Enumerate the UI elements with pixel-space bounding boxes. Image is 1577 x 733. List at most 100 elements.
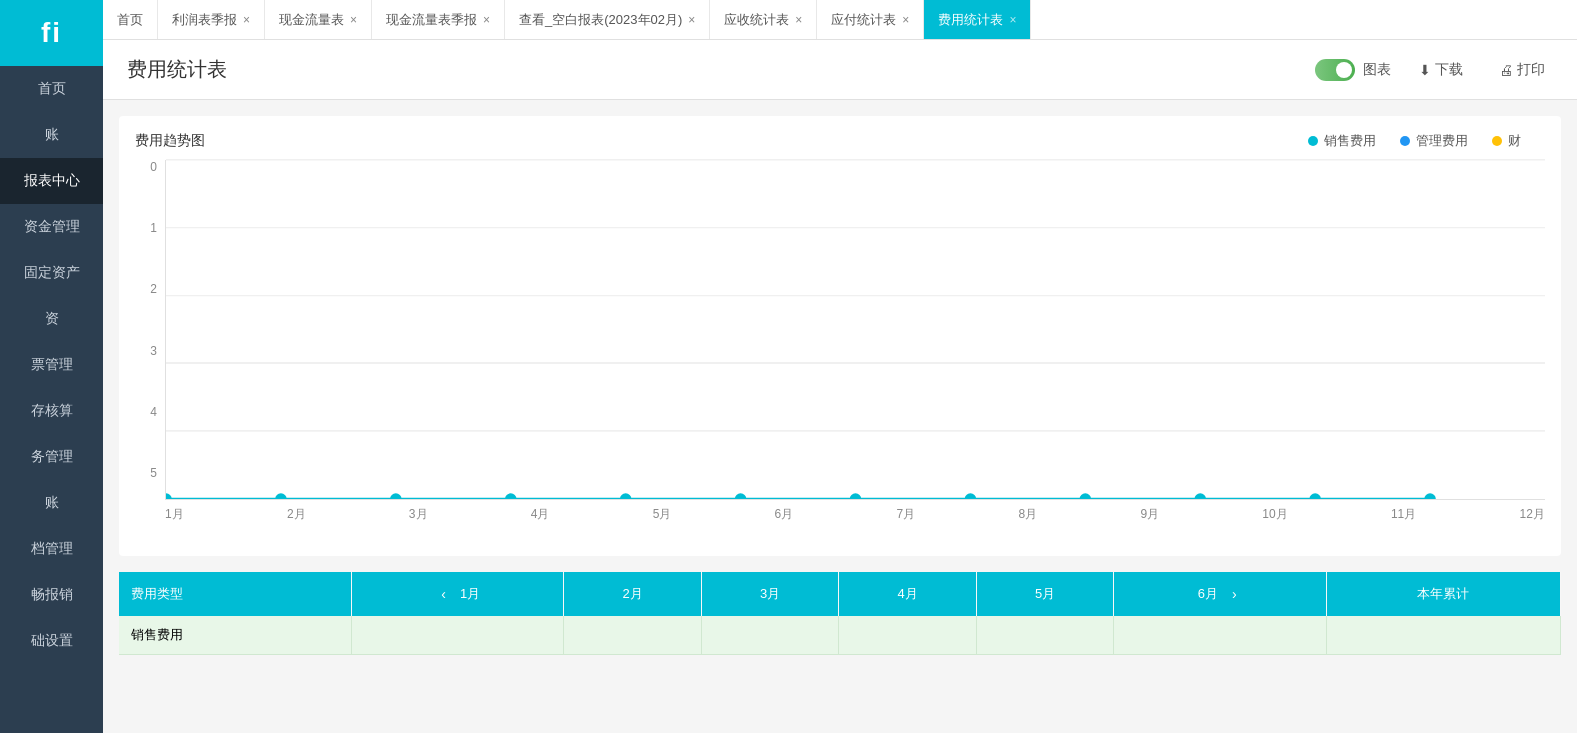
chart-section: 费用趋势图 销售费用 管理费用 财 5 — [119, 116, 1561, 556]
th-month2: 2月 — [564, 572, 701, 616]
th-ytd: 本年累计 — [1326, 572, 1560, 616]
tab-close-blank-report[interactable]: × — [688, 13, 695, 27]
svg-point-5 — [166, 493, 172, 499]
sidebar-item-reports[interactable]: 报表中心 — [0, 158, 103, 204]
x-label-5: 5月 — [653, 506, 672, 523]
cell-ytd — [1326, 616, 1560, 655]
cell-m5 — [976, 616, 1113, 655]
tab-close-payable[interactable]: × — [902, 13, 909, 27]
tab-cashflow-quarterly[interactable]: 现金流量表季报 × — [372, 0, 505, 39]
next-arrow[interactable]: › — [1226, 586, 1243, 602]
legend-dot-sales — [1308, 136, 1318, 146]
legend-label-sales: 销售费用 — [1324, 132, 1376, 150]
sidebar: fi 首页 账 报表中心 资金管理 固定资产 资 票管理 存核算 务管理 账 档… — [0, 0, 103, 733]
chart-container: 5 4 3 2 1 0 — [135, 160, 1545, 540]
x-label-2: 2月 — [287, 506, 306, 523]
chart-toggle[interactable] — [1315, 59, 1355, 81]
sidebar-item-cash[interactable]: 资金管理 — [0, 204, 103, 250]
svg-point-13 — [1080, 493, 1091, 499]
x-axis: 1月 2月 3月 4月 5月 6月 7月 8月 9月 10月 11月 12月 — [135, 500, 1545, 523]
table-row-sales: 销售费用 — [119, 616, 1561, 655]
cell-type: 销售费用 — [119, 616, 352, 655]
legend-sales: 销售费用 — [1308, 132, 1376, 150]
main-area: 首页 利润表季报 × 现金流量表 × 现金流量表季报 × 查看_空白报表(202… — [103, 0, 1577, 733]
x-label-10: 10月 — [1262, 506, 1287, 523]
tab-close-cashflow[interactable]: × — [350, 13, 357, 27]
svg-point-9 — [620, 493, 631, 499]
svg-point-15 — [1309, 493, 1320, 499]
svg-point-10 — [735, 493, 746, 499]
chart-inner: 5 4 3 2 1 0 — [135, 160, 1545, 500]
sidebar-item-ledger[interactable]: 账 — [0, 480, 103, 526]
sidebar-item-service[interactable]: 务管理 — [0, 434, 103, 480]
th-month6: 6月 › — [1114, 572, 1326, 616]
y-axis: 5 4 3 2 1 0 — [135, 160, 165, 500]
chart-svg — [166, 160, 1545, 499]
y-label-5: 5 — [150, 466, 157, 480]
tab-receivable[interactable]: 应收统计表 × — [710, 0, 817, 39]
y-label-3: 3 — [150, 344, 157, 358]
sidebar-item-inventory[interactable]: 存核算 — [0, 388, 103, 434]
tab-home[interactable]: 首页 — [103, 0, 158, 39]
x-label-1: 1月 — [165, 506, 184, 523]
x-label-9: 9月 — [1140, 506, 1159, 523]
sidebar-item-home[interactable]: 首页 — [0, 66, 103, 112]
th-month5: 5月 — [976, 572, 1113, 616]
cell-m1 — [352, 616, 564, 655]
download-icon: ⬇ — [1419, 62, 1431, 78]
tab-close-cashflow-quarterly[interactable]: × — [483, 13, 490, 27]
svg-point-8 — [505, 493, 516, 499]
chart-toggle-wrap: 图表 — [1315, 59, 1391, 81]
y-label-2: 2 — [150, 282, 157, 296]
page-header: 费用统计表 图表 ⬇ 下载 🖨 打印 — [103, 40, 1577, 100]
sidebar-item-tickets[interactable]: 票管理 — [0, 342, 103, 388]
legend-dot-finance — [1492, 136, 1502, 146]
cell-m3 — [701, 616, 838, 655]
svg-point-16 — [1424, 493, 1435, 499]
sidebar-item-assets[interactable]: 固定资产 — [0, 250, 103, 296]
th-month4: 4月 — [839, 572, 976, 616]
x-label-3: 3月 — [409, 506, 428, 523]
y-label-4: 4 — [150, 405, 157, 419]
print-icon: 🖨 — [1499, 62, 1513, 78]
legend-admin: 管理费用 — [1400, 132, 1468, 150]
cell-m6 — [1114, 616, 1326, 655]
page-title: 费用统计表 — [127, 56, 227, 83]
th-type: 费用类型 — [119, 572, 352, 616]
tab-cashflow[interactable]: 现金流量表 × — [265, 0, 372, 39]
x-label-8: 8月 — [1018, 506, 1037, 523]
content-area: 费用统计表 图表 ⬇ 下载 🖨 打印 费用趋势图 — [103, 40, 1577, 733]
tab-expense[interactable]: 费用统计表 × — [924, 0, 1031, 39]
expense-table: 费用类型 ‹ 1月 2月 3月 — [119, 572, 1561, 655]
x-label-7: 7月 — [897, 506, 916, 523]
cell-m2 — [564, 616, 701, 655]
table-header-row: 费用类型 ‹ 1月 2月 3月 — [119, 572, 1561, 616]
tab-blank-report[interactable]: 查看_空白报表(2023年02月) × — [505, 0, 710, 39]
th-month1: ‹ 1月 — [352, 572, 564, 616]
sidebar-item-archive[interactable]: 档管理 — [0, 526, 103, 572]
tab-close-expense[interactable]: × — [1009, 13, 1016, 27]
download-button[interactable]: ⬇ 下载 — [1411, 57, 1471, 83]
y-label-0: 0 — [150, 160, 157, 174]
tab-close-receivable[interactable]: × — [795, 13, 802, 27]
x-label-6: 6月 — [775, 506, 794, 523]
prev-arrow[interactable]: ‹ — [435, 586, 452, 602]
sidebar-item-settings[interactable]: 础设置 — [0, 618, 103, 664]
legend-label-finance: 财 — [1508, 132, 1521, 150]
chart-plot — [165, 160, 1545, 500]
tab-payable[interactable]: 应付统计表 × — [817, 0, 924, 39]
sidebar-item-account[interactable]: 账 — [0, 112, 103, 158]
svg-point-14 — [1195, 493, 1206, 499]
sidebar-item-resource[interactable]: 资 — [0, 296, 103, 342]
tab-close-profit-quarterly[interactable]: × — [243, 13, 250, 27]
chart-legend: 销售费用 管理费用 财 — [1308, 132, 1521, 150]
tab-profit-quarterly[interactable]: 利润表季报 × — [158, 0, 265, 39]
tab-bar: 首页 利润表季报 × 现金流量表 × 现金流量表季报 × 查看_空白报表(202… — [103, 0, 1577, 40]
print-button[interactable]: 🖨 打印 — [1491, 57, 1553, 83]
th-month3: 3月 — [701, 572, 838, 616]
svg-point-6 — [275, 493, 286, 499]
x-label-12: 12月 — [1519, 506, 1544, 523]
sidebar-item-reimbursement[interactable]: 畅报销 — [0, 572, 103, 618]
cell-m4 — [839, 616, 976, 655]
svg-point-12 — [965, 493, 976, 499]
